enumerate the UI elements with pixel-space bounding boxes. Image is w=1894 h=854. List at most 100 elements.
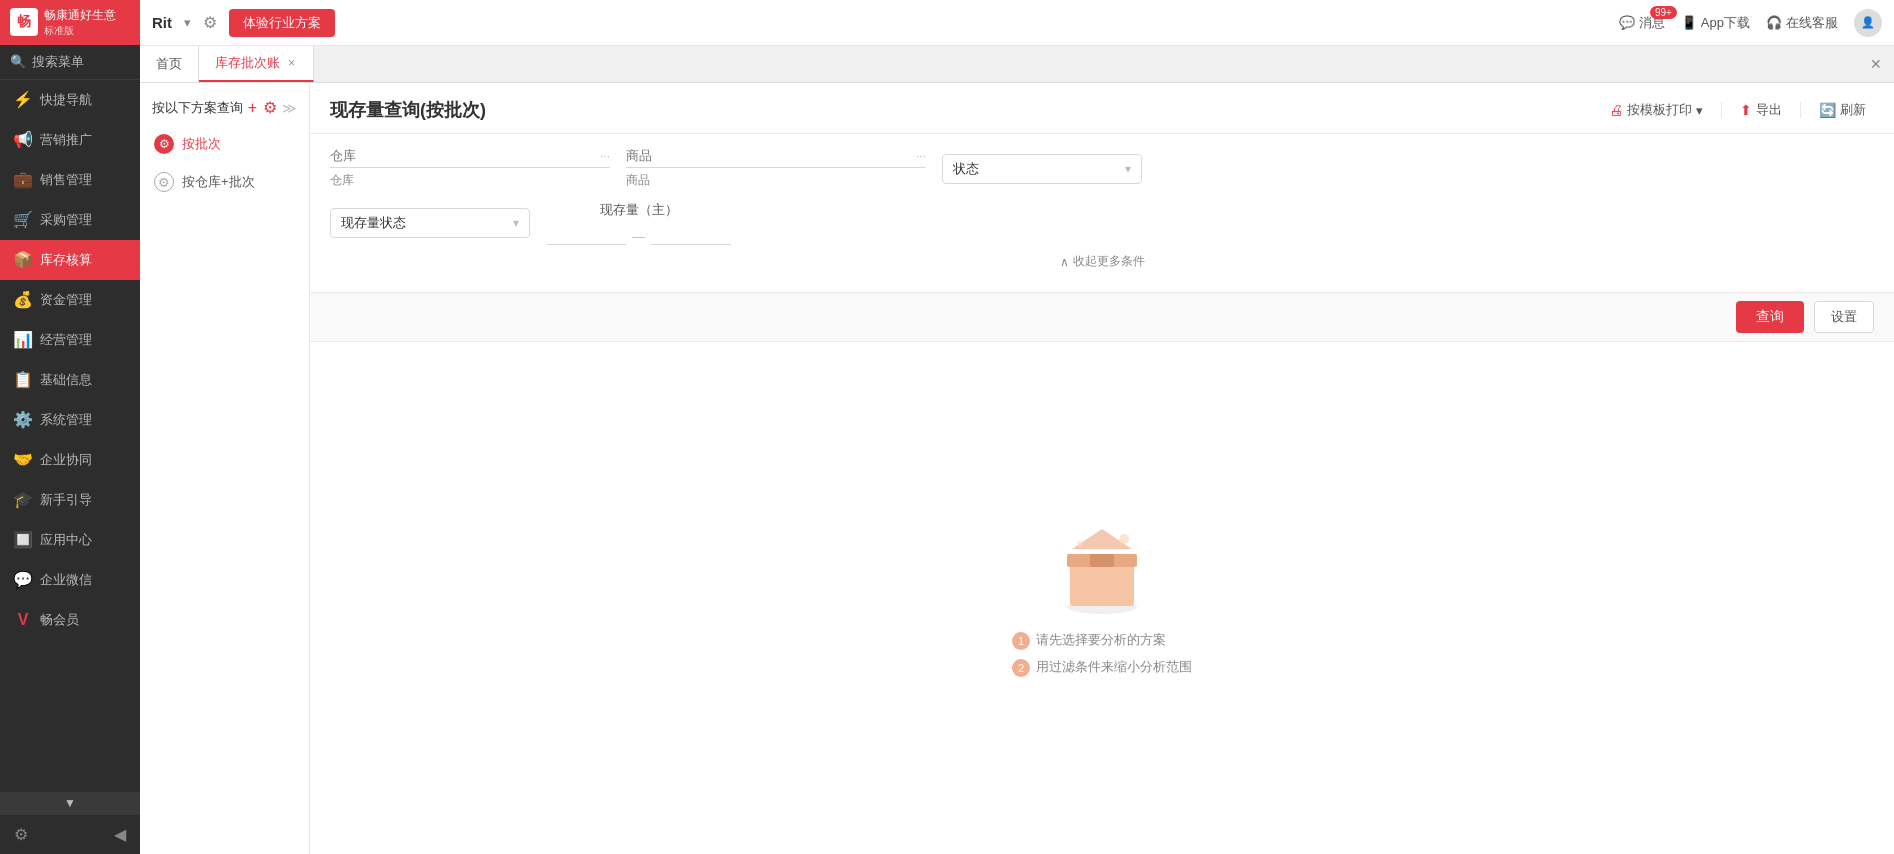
sidebar-search[interactable]: 🔍 搜索菜单 bbox=[0, 45, 140, 80]
empty-tip-1: 1 请先选择要分析的方案 bbox=[1012, 631, 1192, 650]
filter-add-button[interactable]: + bbox=[247, 99, 258, 117]
sidebar-footer: ⚙ ◀ bbox=[0, 814, 140, 854]
inventory-icon: 📦 bbox=[14, 251, 32, 269]
warehouse-more-icon[interactable]: ··· bbox=[600, 149, 610, 163]
goods-input[interactable] bbox=[626, 148, 910, 163]
svg-point-6 bbox=[1077, 541, 1083, 547]
header-divider-1 bbox=[1721, 102, 1722, 118]
tip-text-2: 用过滤条件来缩小分析范围 bbox=[1036, 658, 1192, 676]
nav-item-label: 营销推广 bbox=[40, 131, 92, 149]
settings-button[interactable]: 设置 bbox=[1814, 301, 1874, 333]
nav-item-label: 基础信息 bbox=[40, 371, 92, 389]
nav-item-label: 畅会员 bbox=[40, 611, 79, 629]
nav-item-label: 应用中心 bbox=[40, 531, 92, 549]
collapse-icon: ∧ bbox=[1060, 255, 1069, 269]
app-center-icon: 🔲 bbox=[14, 531, 32, 549]
tab-home[interactable]: 首页 bbox=[140, 46, 199, 82]
sidebar-item-guide[interactable]: 🎓 新手引导 bbox=[0, 480, 140, 520]
user-avatar[interactable]: 👤 bbox=[1854, 9, 1882, 37]
filter-area: ··· 仓库 ··· 商品 bbox=[310, 134, 1894, 293]
empty-svg bbox=[1052, 519, 1152, 619]
trial-button[interactable]: 体验行业方案 bbox=[229, 9, 335, 37]
tip-num-1: 1 bbox=[1012, 632, 1030, 650]
online-support-button[interactable]: 🎧 在线客服 bbox=[1766, 14, 1838, 32]
sidebar-item-members[interactable]: V 畅会员 bbox=[0, 600, 140, 640]
sidebar-nav: ⚡ 快捷导航 📢 营销推广 💼 销售管理 🛒 采购管理 📦 库存核算 💰 bbox=[0, 80, 140, 792]
sidebar-item-finance[interactable]: 💰 资金管理 bbox=[0, 280, 140, 320]
sidebar-item-collab[interactable]: 🤝 企业协同 bbox=[0, 440, 140, 480]
filter-item-by-batch[interactable]: ⚙ 按批次 bbox=[140, 125, 309, 163]
collapse-bar[interactable]: ∧ 收起更多条件 bbox=[330, 245, 1874, 278]
filter-settings-button[interactable]: ⚙ bbox=[262, 99, 278, 117]
finance-icon: 💰 bbox=[14, 291, 32, 309]
support-icon: 🎧 bbox=[1766, 15, 1782, 30]
sidebar-item-wechat[interactable]: 💬 企业微信 bbox=[0, 560, 140, 600]
svg-rect-1 bbox=[1070, 564, 1134, 606]
messages-button[interactable]: 💬 消息 99+ bbox=[1619, 14, 1665, 32]
quantity-main-from[interactable] bbox=[546, 227, 626, 245]
sidebar-settings-button[interactable]: ⚙ bbox=[14, 825, 28, 844]
tab-close-icon[interactable]: × bbox=[286, 55, 297, 71]
empty-tip-2: 2 用过滤条件来缩小分析范围 bbox=[1012, 658, 1192, 677]
sidebar-item-inventory[interactable]: 📦 库存核算 bbox=[0, 240, 140, 280]
goods-field: ··· 商品 bbox=[626, 148, 926, 189]
sidebar-item-app-center[interactable]: 🔲 应用中心 bbox=[0, 520, 140, 560]
tab-inventory-batch[interactable]: 库存批次账 × bbox=[199, 46, 314, 82]
filter-sidebar-actions: + ⚙ ≫ bbox=[247, 99, 297, 117]
topbar: Rit ▾ ⚙ 体验行业方案 💬 消息 99+ 📱 App下载 🎧 在线客服 bbox=[140, 0, 1894, 46]
sidebar-settings-icon: ⚙ bbox=[14, 826, 28, 843]
goods-input-wrapper: ··· bbox=[626, 148, 926, 168]
app-title: 畅康通好生意 标准版 bbox=[44, 8, 116, 37]
svg-rect-3 bbox=[1090, 554, 1114, 567]
sidebar-header: 畅 畅康通好生意 标准版 bbox=[0, 0, 140, 45]
tab-close-button[interactable]: ✕ bbox=[1866, 52, 1886, 76]
sidebar-item-purchase[interactable]: 🛒 采购管理 bbox=[0, 200, 140, 240]
sidebar-item-sales[interactable]: 💼 销售管理 bbox=[0, 160, 140, 200]
content-area: 按以下方案查询 + ⚙ ≫ ⚙ 按批次 ⚙ 按仓库+批次 bbox=[140, 83, 1894, 854]
inventory-status-arrow-icon: ▾ bbox=[513, 216, 519, 230]
inventory-status-select[interactable]: 现存量状态 ▾ bbox=[330, 208, 530, 238]
refresh-button[interactable]: 🔄 刷新 bbox=[1811, 97, 1874, 123]
filter-row-1: ··· 仓库 ··· 商品 bbox=[330, 148, 1874, 189]
topbar-dropdown-icon[interactable]: ▾ bbox=[180, 13, 195, 32]
goods-label: 商品 bbox=[626, 172, 926, 189]
print-dropdown-icon[interactable]: ▾ bbox=[1696, 103, 1703, 118]
filter-item-by-batch-label: 按批次 bbox=[182, 135, 221, 153]
sidebar-collapse-button[interactable]: ◀ bbox=[114, 825, 126, 844]
main-content: 现存量查询(按批次) 🖨 按模板打印 ▾ ⬆ 导出 bbox=[310, 83, 1894, 854]
header-divider-2 bbox=[1800, 102, 1801, 118]
warehouse-input[interactable] bbox=[330, 148, 594, 163]
topbar-actions: 💬 消息 99+ 📱 App下载 🎧 在线客服 👤 bbox=[1619, 9, 1882, 37]
sidebar-scroll-down[interactable]: ▼ bbox=[0, 792, 140, 814]
sidebar-item-quick-nav[interactable]: ⚡ 快捷导航 bbox=[0, 80, 140, 120]
topbar-gear-icon[interactable]: ⚙ bbox=[203, 13, 217, 32]
app-download-button[interactable]: 📱 App下载 bbox=[1681, 14, 1750, 32]
status-arrow-icon: ▾ bbox=[1125, 162, 1131, 176]
filter-item-by-warehouse-batch[interactable]: ⚙ 按仓库+批次 bbox=[140, 163, 309, 201]
export-button[interactable]: ⬆ 导出 bbox=[1732, 97, 1790, 123]
tip-text-1: 请先选择要分析的方案 bbox=[1036, 631, 1166, 649]
filter-item-by-warehouse-batch-label: 按仓库+批次 bbox=[182, 173, 255, 191]
avatar-icon: 👤 bbox=[1861, 16, 1875, 29]
goods-more-icon[interactable]: ··· bbox=[916, 149, 926, 163]
warehouse-input-wrapper: ··· bbox=[330, 148, 610, 168]
status-select[interactable]: 状态 ▾ bbox=[942, 154, 1142, 184]
guide-icon: 🎓 bbox=[14, 491, 32, 509]
sidebar-item-marketing[interactable]: 📢 营销推广 bbox=[0, 120, 140, 160]
filter-collapse-icon[interactable]: ≫ bbox=[282, 100, 297, 116]
wechat-icon: 💬 bbox=[14, 571, 32, 589]
refresh-icon: 🔄 bbox=[1819, 102, 1836, 118]
quantity-main-field: 现存量（主） — bbox=[546, 201, 731, 245]
filter-item-by-warehouse-batch-icon: ⚙ bbox=[154, 172, 174, 192]
purchase-icon: 🛒 bbox=[14, 211, 32, 229]
sidebar-item-basic-info[interactable]: 📋 基础信息 bbox=[0, 360, 140, 400]
sidebar-item-system[interactable]: ⚙️ 系统管理 bbox=[0, 400, 140, 440]
print-template-button[interactable]: 🖨 按模板打印 ▾ bbox=[1601, 97, 1711, 123]
sidebar-item-operations[interactable]: 📊 经营管理 bbox=[0, 320, 140, 360]
query-button[interactable]: 查询 bbox=[1736, 301, 1804, 333]
quantity-main-label: 现存量（主） bbox=[600, 201, 678, 219]
system-icon: ⚙️ bbox=[14, 411, 32, 429]
quantity-main-to[interactable] bbox=[651, 227, 731, 245]
empty-illustration bbox=[1052, 519, 1152, 619]
page-header-actions: 🖨 按模板打印 ▾ ⬆ 导出 🔄 刷新 bbox=[1601, 97, 1874, 123]
